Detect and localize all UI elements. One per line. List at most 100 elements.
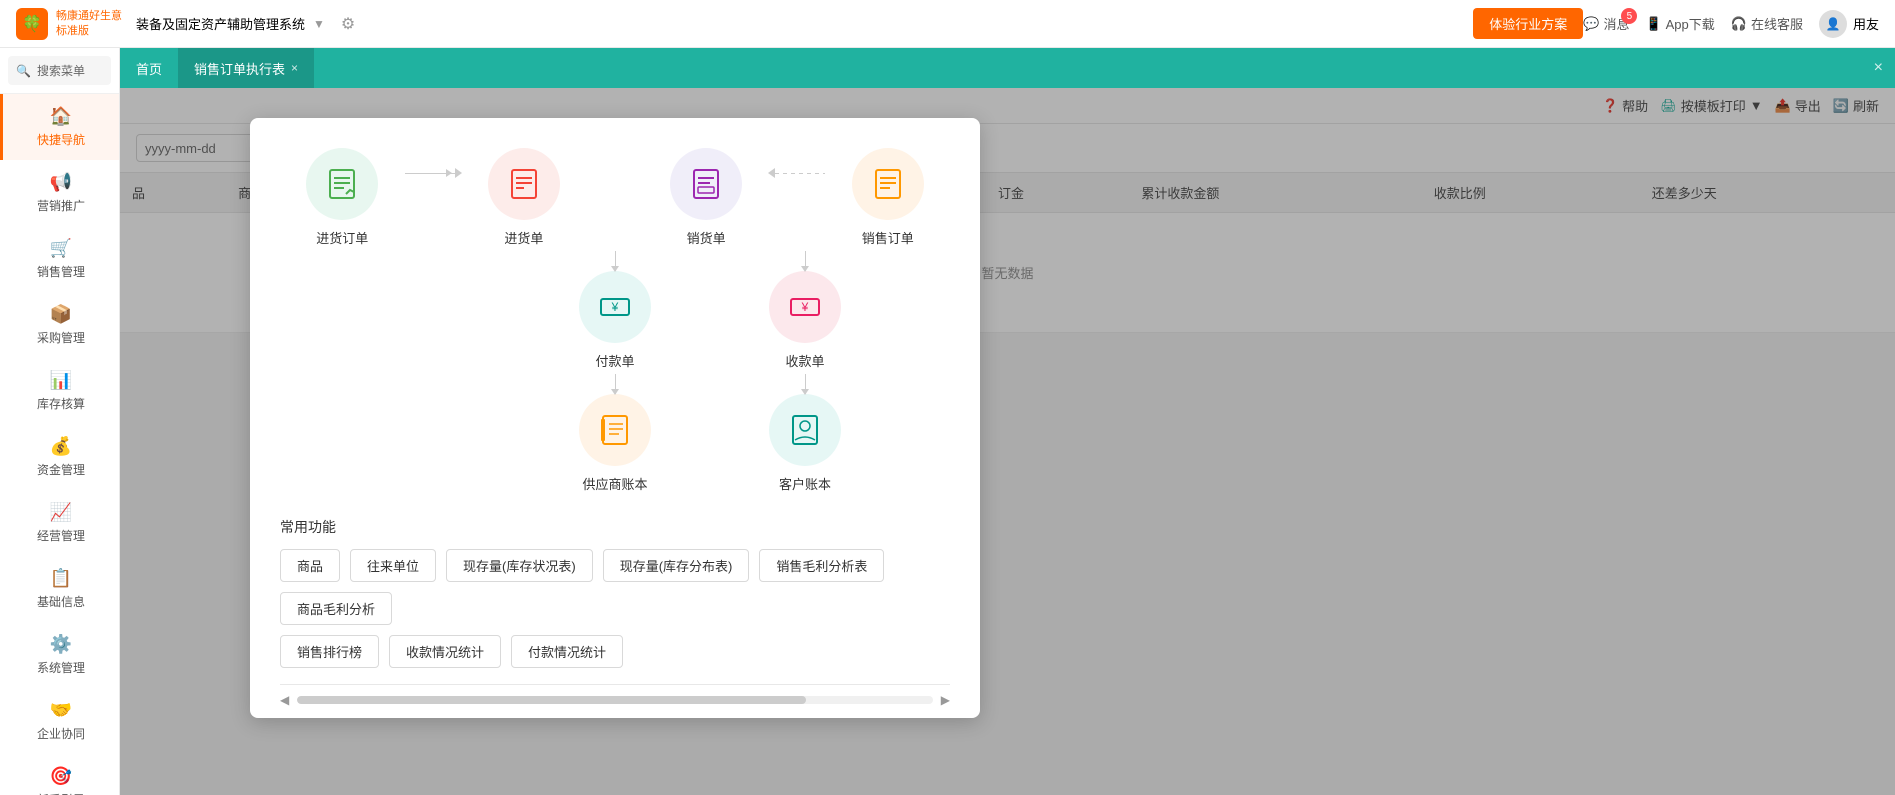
tab-close-icon[interactable]: × bbox=[291, 61, 298, 75]
system-dropdown-icon[interactable]: ▼ bbox=[313, 17, 325, 31]
scroll-track[interactable] bbox=[297, 696, 933, 704]
receipt-icon: ¥ bbox=[787, 289, 823, 325]
sidebar-item-basic[interactable]: 📋 基础信息 bbox=[0, 556, 119, 622]
sidebar-item-purchase[interactable]: 📦 采购管理 bbox=[0, 292, 119, 358]
customer-ledger-icon bbox=[787, 412, 823, 448]
online-service-label: 在线客服 bbox=[1751, 14, 1803, 33]
payment-label: 付款单 bbox=[595, 351, 634, 370]
app-download-icon: 📱 bbox=[1645, 16, 1661, 32]
flow-node-receipt[interactable]: ¥ 收款单 bbox=[740, 271, 870, 370]
flow-node-supplier-ledger[interactable]: 供应商账本 bbox=[550, 394, 680, 493]
func-btn-stock-dist[interactable]: 现存量(库存分布表) bbox=[603, 549, 750, 582]
func-btn-counterpart[interactable]: 往来单位 bbox=[350, 549, 436, 582]
sidebar-item-finance[interactable]: 💰 资金管理 bbox=[0, 424, 119, 490]
receipt-circle: ¥ bbox=[769, 271, 841, 343]
sales-order-circle bbox=[852, 148, 924, 220]
logo-icon: 🍀 bbox=[16, 8, 48, 40]
sidebar-item-marketing[interactable]: 📢 营销推广 bbox=[0, 160, 119, 226]
tab-close-all-icon[interactable]: × bbox=[1874, 59, 1895, 77]
func-btn-product[interactable]: 商品 bbox=[280, 549, 340, 582]
flow-node-purchase-bill[interactable]: 进货单 bbox=[462, 148, 587, 247]
flow-node-customer-ledger[interactable]: 客户账本 bbox=[740, 394, 870, 493]
sidebar-item-inventory[interactable]: 📊 库存核算 bbox=[0, 358, 119, 424]
enterprise-icon: 🤝 bbox=[50, 700, 72, 721]
sidebar-label-marketing: 营销推广 bbox=[37, 197, 85, 214]
payment-circle: ¥ bbox=[579, 271, 651, 343]
flow-node-payment[interactable]: ¥ 付款单 bbox=[550, 271, 680, 370]
common-funcs: 常用功能 商品 往来单位 现存量(库存状况表) 现存量(库存分布表) 销售毛利分… bbox=[280, 517, 950, 668]
experience-btn[interactable]: 体验行业方案 bbox=[1473, 8, 1583, 39]
search-label: 搜索菜单 bbox=[37, 62, 85, 79]
sidebar-item-system[interactable]: ⚙️ 系统管理 bbox=[0, 622, 119, 688]
func-btn-payment-stats[interactable]: 付款情况统计 bbox=[511, 635, 623, 668]
settings-icon[interactable]: ⚙ bbox=[341, 14, 355, 34]
customer-ledger-label: 客户账本 bbox=[779, 474, 831, 493]
flow-node-sales-order[interactable]: 销售订单 bbox=[825, 148, 950, 247]
finance-icon: 💰 bbox=[50, 436, 72, 457]
message-badge: 5 bbox=[1621, 8, 1637, 24]
func-btn-stock-status[interactable]: 现存量(库存状况表) bbox=[446, 549, 593, 582]
flow-row-3: ¥ 付款单 bbox=[280, 271, 950, 370]
home-tab-label: 首页 bbox=[136, 59, 162, 78]
func-grid: 商品 往来单位 现存量(库存状况表) 现存量(库存分布表) 销售毛利分析表 商品… bbox=[280, 549, 950, 625]
purchase-order-icon bbox=[324, 166, 360, 202]
sidebar-item-sales[interactable]: 🛒 销售管理 bbox=[0, 226, 119, 292]
tab-sales-order[interactable]: 销售订单执行表 × bbox=[178, 48, 314, 88]
sidebar-search-btn[interactable]: 🔍 搜索菜单 bbox=[8, 56, 111, 85]
sidebar-item-operation[interactable]: 📈 经营管理 bbox=[0, 490, 119, 556]
svg-text:¥: ¥ bbox=[801, 300, 809, 314]
func-btn-sales-rank[interactable]: 销售排行榜 bbox=[280, 635, 379, 668]
tab-bar: 首页 销售订单执行表 × × bbox=[120, 48, 1895, 88]
flow-row-5: 供应商账本 bbox=[280, 394, 950, 493]
receipt-label: 收款单 bbox=[785, 351, 824, 370]
tab-home[interactable]: 首页 bbox=[120, 48, 178, 88]
system-icon: ⚙️ bbox=[50, 634, 72, 655]
sidebar-item-quick-nav[interactable]: 🏠 快捷导航 bbox=[0, 94, 119, 160]
headset-icon: 🎧 bbox=[1731, 16, 1747, 32]
func-btn-product-margin[interactable]: 商品毛利分析 bbox=[280, 592, 392, 625]
func-btn-sales-margin[interactable]: 销售毛利分析表 bbox=[759, 549, 884, 582]
logo-area: 🍀 畅康通好生意 标准版 bbox=[16, 8, 136, 40]
func-btn-receipt-stats[interactable]: 收款情况统计 bbox=[389, 635, 501, 668]
logo-text: 畅康通好生意 标准版 bbox=[56, 9, 122, 38]
sales-order-tab-label: 销售订单执行表 bbox=[194, 59, 285, 78]
flow-section: 进货订单 bbox=[280, 148, 950, 493]
down-arrow-receipt bbox=[740, 374, 870, 394]
supplier-ledger-icon bbox=[597, 412, 633, 448]
scroll-left-btn[interactable]: ◀ bbox=[280, 693, 289, 707]
sidebar-item-enterprise[interactable]: 🤝 企业协同 bbox=[0, 688, 119, 754]
flow-row-arrows bbox=[280, 251, 950, 271]
message-btn[interactable]: 💬 消息 5 bbox=[1583, 14, 1629, 33]
inventory-icon: 📊 bbox=[50, 370, 72, 391]
basic-icon: 📋 bbox=[50, 568, 72, 589]
app-download-btn[interactable]: 📱 App下载 bbox=[1645, 14, 1714, 33]
sidebar-label-purchase: 采购管理 bbox=[37, 329, 85, 346]
purchase-bill-circle bbox=[488, 148, 560, 220]
online-service-btn[interactable]: 🎧 在线客服 bbox=[1731, 14, 1803, 33]
down-arrow-purchase bbox=[550, 251, 680, 271]
purchase-order-label: 进货订单 bbox=[316, 228, 368, 247]
message-icon: 💬 bbox=[1583, 16, 1599, 32]
purchase-bill-icon bbox=[506, 166, 542, 202]
sidebar-item-newbie[interactable]: 🎯 新手引导 bbox=[0, 754, 119, 795]
flow-node-purchase-order[interactable]: 进货订单 bbox=[280, 148, 405, 247]
newbie-icon: 🎯 bbox=[50, 766, 72, 787]
sales-bill-circle bbox=[670, 148, 742, 220]
user-area[interactable]: 👤 用友 bbox=[1819, 10, 1879, 38]
sales-bill-label: 销货单 bbox=[687, 228, 726, 247]
app-download-label: App下载 bbox=[1666, 14, 1715, 33]
supplier-ledger-label: 供应商账本 bbox=[582, 474, 647, 493]
payment-icon: ¥ bbox=[597, 289, 633, 325]
supplier-ledger-circle bbox=[579, 394, 651, 466]
system-name: 装备及固定资产辅助管理系统 bbox=[136, 14, 305, 33]
func-grid-2: 销售排行榜 收款情况统计 付款情况统计 bbox=[280, 635, 950, 668]
purchase-bill-label: 进货单 bbox=[504, 228, 543, 247]
modal-overlay: 进货订单 bbox=[120, 88, 1895, 795]
scroll-right-btn[interactable]: ▶ bbox=[941, 693, 950, 707]
sidebar-label-newbie: 新手引导 bbox=[37, 791, 85, 795]
sidebar-label-enterprise: 企业协同 bbox=[37, 725, 85, 742]
flow-node-sales-bill[interactable]: 销货单 bbox=[644, 148, 769, 247]
modal: 进货订单 bbox=[250, 118, 980, 718]
sidebar-search-area: 🔍 搜索菜单 bbox=[0, 48, 119, 94]
svg-text:¥: ¥ bbox=[611, 300, 619, 314]
